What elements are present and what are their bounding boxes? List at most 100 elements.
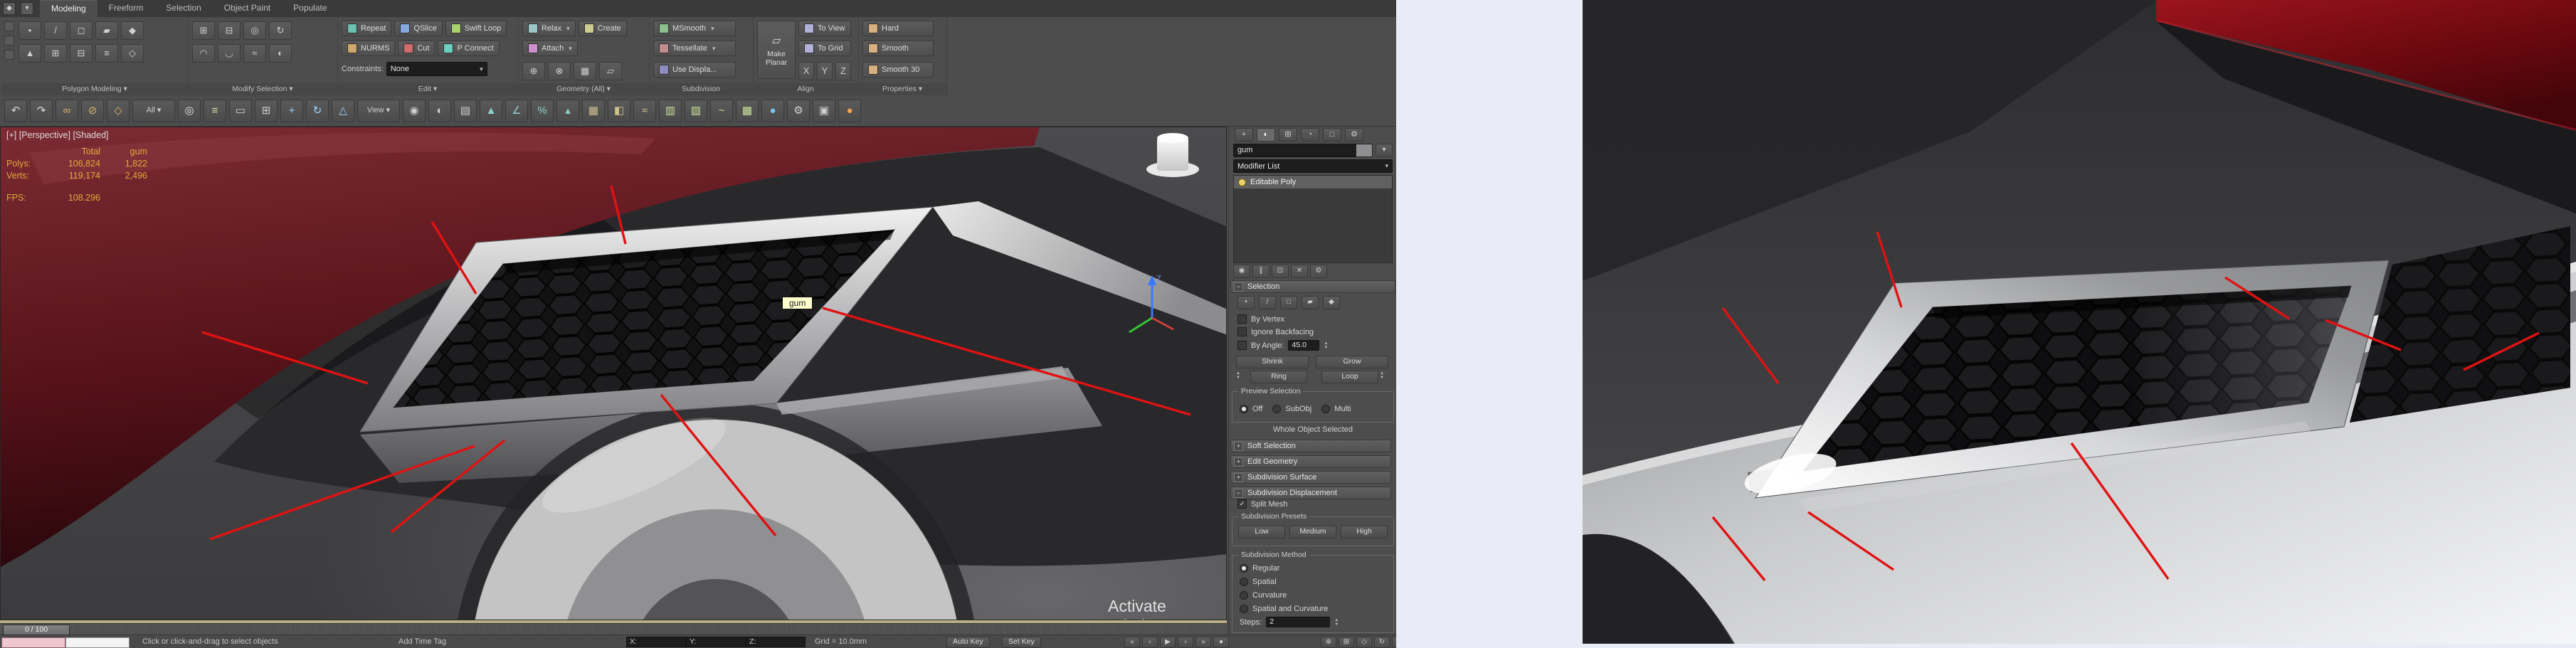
window-crossing-icon[interactable]: ⊞ xyxy=(255,99,278,122)
rendered-frame-icon[interactable]: ▣ xyxy=(813,99,835,122)
use-displacement-button[interactable]: Use Displa... xyxy=(653,62,736,78)
play-icon[interactable]: ▶ xyxy=(1160,637,1176,648)
msmooth-button[interactable]: MSmooth ▾ xyxy=(653,21,736,36)
pm-tool-icon-4[interactable]: ≡ xyxy=(95,44,118,63)
go-to-end-icon[interactable]: » xyxy=(1195,637,1211,648)
geo-tool-icon-1[interactable]: ⊕ xyxy=(522,62,545,80)
coord-z-field[interactable]: Z: xyxy=(746,637,806,647)
geo-tool-icon-3[interactable]: ▦ xyxy=(574,62,596,80)
unlink-icon[interactable]: ⊘ xyxy=(81,99,104,122)
keyboard-override-icon[interactable]: ▤ xyxy=(454,99,477,122)
coord-y-field[interactable]: Y: xyxy=(686,637,746,647)
border-mode-icon[interactable]: ◻ xyxy=(70,21,93,40)
make-planar-button[interactable]: ▱ Make Planar xyxy=(757,21,796,79)
ring-spinner[interactable]: ▲ ▼ xyxy=(1236,371,1240,380)
ring-button[interactable]: Ring xyxy=(1250,371,1307,383)
sel-element-icon[interactable]: ◆ xyxy=(1323,296,1340,309)
ms-tool-icon-3[interactable]: ≈ xyxy=(243,44,266,63)
make-unique-icon[interactable]: ⊡ xyxy=(1272,265,1289,278)
perspective-viewport[interactable]: Z [+] [Perspective] [Shaded] Total gum Po… xyxy=(0,127,1227,620)
hard-button[interactable]: Hard xyxy=(862,21,934,36)
motion-tab[interactable]: ◔ xyxy=(1301,128,1319,142)
polygon-mode-icon[interactable]: ▰ xyxy=(95,21,118,40)
zoom-icon[interactable]: ⊕ xyxy=(1321,637,1336,648)
tessellate-button[interactable]: Tessellate ▾ xyxy=(653,41,736,56)
ribbon-tab-populate[interactable]: Populate xyxy=(282,0,338,17)
render-production-icon[interactable]: ● xyxy=(838,99,861,122)
split-mesh-checkbox[interactable]: ✓ Split Mesh xyxy=(1237,499,1287,509)
configure-modifier-sets-icon[interactable]: ⚙ xyxy=(1310,265,1327,278)
orbit-icon[interactable]: ↻ xyxy=(1374,637,1390,648)
hierarchy-tab[interactable]: ⊞ xyxy=(1279,128,1297,142)
ms-tool-icon-4[interactable]: ◐ xyxy=(269,44,292,63)
grow-icon[interactable]: ⊞ xyxy=(192,21,215,40)
ms-tool-icon-1[interactable]: ◠ xyxy=(192,44,215,63)
ribbon-tab-freeform[interactable]: Freeform xyxy=(97,0,155,17)
panel-label-modify-selection[interactable]: Modify Selection ▾ xyxy=(188,83,337,95)
rollout-edit-geometry[interactable]: + Edit Geometry xyxy=(1230,455,1391,468)
time-slider[interactable]: 0 / 100 xyxy=(0,623,1227,635)
redo-icon[interactable]: ↷ xyxy=(30,99,53,122)
shrink-button[interactable]: Shrink xyxy=(1236,356,1309,368)
next-frame-icon[interactable]: › xyxy=(1178,637,1193,648)
modifier-list-dropdown[interactable]: Modifier List ▾ xyxy=(1233,159,1393,173)
panel-label-polygon-modeling[interactable]: Polygon Modeling ▾ xyxy=(1,83,188,95)
element-mode-icon[interactable]: ◆ xyxy=(121,21,144,40)
steps-spinner[interactable]: ▲ ▼ xyxy=(1334,618,1339,627)
pin-stack-icon[interactable]: ◉ xyxy=(1233,265,1250,278)
attach-button[interactable]: Attach ▾ xyxy=(522,41,578,56)
show-end-result-icon[interactable]: ∥ xyxy=(1252,265,1269,278)
selection-filter-dropdown[interactable]: All ▾ xyxy=(132,99,175,122)
visibility-bulb-icon[interactable] xyxy=(1238,178,1246,186)
sel-vertex-icon[interactable]: • xyxy=(1237,296,1255,309)
object-color-swatch[interactable] xyxy=(1356,144,1373,157)
mirror-icon[interactable]: ◧ xyxy=(608,99,630,122)
geo-tool-icon-2[interactable]: ⊗ xyxy=(548,62,571,80)
select-and-manipulate-icon[interactable]: ◐ xyxy=(428,99,451,122)
preset-high-button[interactable]: High xyxy=(1341,526,1388,538)
select-and-rotate-icon[interactable]: ↻ xyxy=(306,99,329,122)
repeat-button[interactable]: Repeat xyxy=(342,21,392,36)
preview-option-off[interactable]: Off xyxy=(1240,402,1262,415)
create-button[interactable]: Create xyxy=(578,21,627,36)
ribbon-tab-selection[interactable]: Selection xyxy=(154,0,212,17)
constraints-dropdown[interactable]: None ▾ xyxy=(386,62,487,76)
layer-manager-icon[interactable]: ▥ xyxy=(659,99,682,122)
previous-frame-icon[interactable]: ‹ xyxy=(1142,637,1158,648)
cut-button[interactable]: Cut xyxy=(398,41,436,56)
preset-medium-button[interactable]: Medium xyxy=(1289,526,1336,538)
spinner-arrows[interactable]: ▲ ▼ xyxy=(1324,341,1328,350)
pm-tool-icon-1[interactable]: ▲ xyxy=(19,44,41,63)
curve-editor-icon[interactable]: ~ xyxy=(710,99,733,122)
set-key-button[interactable]: Set Key xyxy=(1002,637,1041,648)
panel-label-geometry[interactable]: Geometry (All) ▾ xyxy=(518,83,649,95)
panel-label-edit[interactable]: Edit ▾ xyxy=(337,83,518,95)
viewport-label[interactable]: [+] [Perspective] [Shaded] xyxy=(6,130,109,140)
sel-edge-icon[interactable]: / xyxy=(1259,296,1276,309)
loop-spinner[interactable]: ▲ ▼ xyxy=(1380,371,1384,380)
modify-tab[interactable]: ◐ xyxy=(1257,128,1275,142)
bind-to-space-warp-icon[interactable]: ◇ xyxy=(107,99,130,122)
sel-polygon-icon[interactable]: ▰ xyxy=(1302,296,1319,309)
by-angle-checkbox[interactable]: By Angle: 45.0 ▲ ▼ xyxy=(1237,340,1328,351)
by-vertex-checkbox[interactable]: By Vertex xyxy=(1237,314,1284,324)
loop-icon[interactable]: ↻ xyxy=(269,21,292,40)
ignore-backfacing-checkbox[interactable]: Ignore Backfacing xyxy=(1237,327,1314,336)
method-spatial-and-curvature[interactable]: Spatial and Curvature xyxy=(1240,602,1393,615)
preset-low-button[interactable]: Low xyxy=(1238,526,1285,538)
edge-mode-icon[interactable]: / xyxy=(44,21,67,40)
select-region-icon[interactable]: ▭ xyxy=(229,99,252,122)
zoom-extents-icon[interactable]: ⊞ xyxy=(1339,637,1354,648)
object-name-field[interactable]: gum xyxy=(1233,144,1358,157)
panel-label-align[interactable]: Align xyxy=(753,83,858,95)
axis-x-button[interactable]: X xyxy=(798,62,814,80)
ribbon-tab-object-paint[interactable]: Object Paint xyxy=(213,0,282,17)
pm-tool-icon-3[interactable]: ⊟ xyxy=(70,44,93,63)
ms-tool-icon-2[interactable]: ◡ xyxy=(218,44,241,63)
display-tab[interactable]: □ xyxy=(1323,128,1341,142)
smooth-button[interactable]: Smooth xyxy=(862,41,934,56)
grow-button[interactable]: Grow xyxy=(1316,356,1388,368)
vertex-mode-icon[interactable]: • xyxy=(19,21,41,40)
pan-icon[interactable]: ◇ xyxy=(1356,637,1372,648)
use-pivot-center-icon[interactable]: ◉ xyxy=(403,99,426,122)
